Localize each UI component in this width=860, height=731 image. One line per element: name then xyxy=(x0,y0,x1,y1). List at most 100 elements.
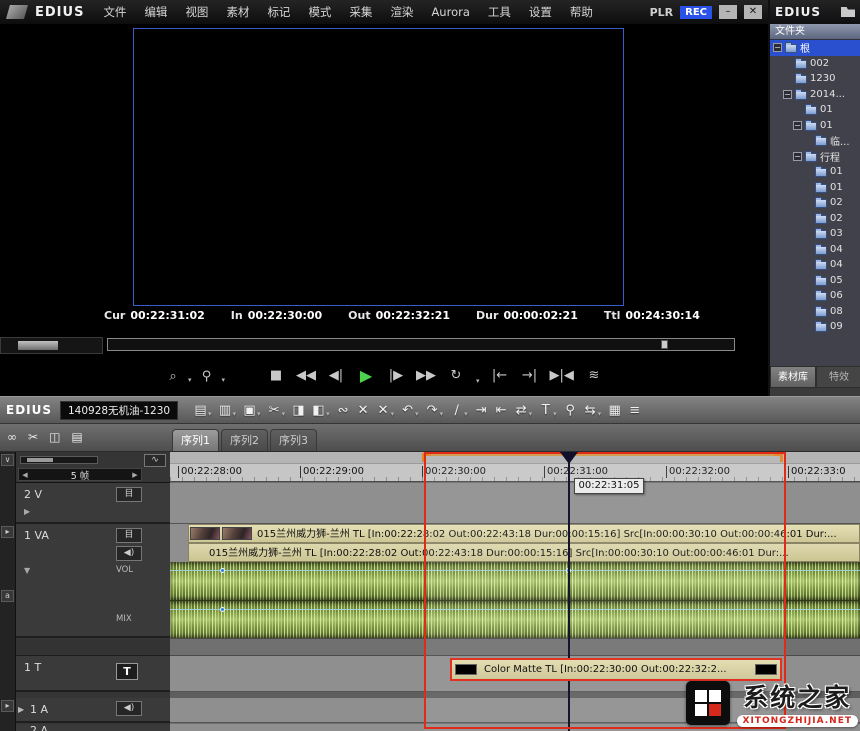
play-around-cursor-button[interactable]: ▶|◀ xyxy=(550,368,574,383)
tree-item-02[interactable]: 02 xyxy=(770,211,860,227)
menu-item-模式[interactable]: 模式 xyxy=(299,4,340,20)
minimize-button[interactable]: – xyxy=(719,5,737,19)
loupe-button[interactable]: ⌕ xyxy=(163,369,183,384)
ripple-mode-icon[interactable]: ∿ xyxy=(144,454,166,467)
plr-toggle[interactable]: PLR xyxy=(650,6,674,19)
track-height-slider-handle[interactable] xyxy=(27,458,53,462)
play-button[interactable]: ▶ xyxy=(356,366,376,385)
next-frame-button[interactable]: |▶ xyxy=(386,368,406,383)
tree-expander-icon[interactable]: − xyxy=(793,121,802,130)
fast-forward-button[interactable]: ▶▶ xyxy=(416,368,436,383)
voiceover-button[interactable]: ⚲ xyxy=(564,403,577,418)
delete-button[interactable]: ✕ xyxy=(357,403,370,418)
rubberband-node[interactable] xyxy=(220,607,225,612)
previous-frame-button[interactable]: ◀| xyxy=(326,368,346,383)
track-header-1a[interactable]: ▶ 1 A ◀) xyxy=(16,698,170,723)
mixer-button[interactable]: ≡ xyxy=(628,403,641,418)
shuttle-handle[interactable] xyxy=(18,341,58,350)
zoom-decrease-icon[interactable]: ◀ xyxy=(19,471,31,479)
overwrite-mode-icon[interactable]: ▤ xyxy=(71,430,82,444)
tree-item-08[interactable]: 08 xyxy=(770,304,860,320)
track-expander-icon[interactable]: ▶ xyxy=(24,507,30,516)
menu-item-工具[interactable]: 工具 xyxy=(479,4,520,20)
rubberband-node[interactable] xyxy=(220,568,225,573)
bin-tab-特效[interactable]: 特效 xyxy=(816,366,860,388)
menu-item-渲染[interactable]: 渲染 xyxy=(381,4,422,20)
track-expander-icon[interactable]: ▼ xyxy=(24,566,30,575)
tree-item-01[interactable]: 01 xyxy=(770,164,860,180)
menu-item-帮助[interactable]: 帮助 xyxy=(561,4,602,20)
tree-item-临...[interactable]: 临... xyxy=(770,133,860,149)
group-mode-icon[interactable]: ∞ xyxy=(7,430,17,444)
rec-toggle[interactable]: REC xyxy=(680,6,712,19)
tree-expander-icon[interactable]: − xyxy=(793,152,802,161)
mode-button[interactable]: ⇄▾ xyxy=(515,403,533,418)
folder-icon[interactable] xyxy=(841,7,855,17)
position-bar[interactable] xyxy=(107,338,735,351)
sequence-tab-序列3[interactable]: 序列3 xyxy=(270,429,317,451)
menu-item-视图[interactable]: 视图 xyxy=(176,4,217,20)
title-button[interactable]: T▾ xyxy=(539,403,557,418)
menu-item-采集[interactable]: 采集 xyxy=(340,4,381,20)
track-header-1t[interactable]: 1 T T xyxy=(16,656,170,692)
match-frame-button[interactable]: ⇤ xyxy=(495,403,508,418)
track-header-1va[interactable]: 1 VA 目 ◀) ▼ VOL MIX xyxy=(16,524,170,638)
paste-button[interactable]: ◧▾ xyxy=(312,403,330,418)
sequence-tab-序列1[interactable]: 序列1 xyxy=(172,429,219,451)
goto-in-button[interactable]: |← xyxy=(490,368,510,383)
pin-button[interactable]: ⚲ xyxy=(197,369,217,384)
shuttle-control[interactable] xyxy=(0,337,103,354)
bin-tab-素材库[interactable]: 素材库 xyxy=(770,366,816,388)
tree-expander-icon[interactable]: − xyxy=(783,90,792,99)
tree-item-04[interactable]: 04 xyxy=(770,242,860,258)
track-visibility-icon[interactable]: 目 xyxy=(116,487,142,502)
open-clip-button[interactable]: ▥▾ xyxy=(219,403,237,418)
track-header-2v[interactable]: 2 V 目 ▶ xyxy=(16,483,170,524)
add-cut-point-button[interactable]: ∕▾ xyxy=(450,403,468,418)
tree-item-01[interactable]: 01 xyxy=(770,102,860,118)
tree-item-根[interactable]: −根 xyxy=(770,40,860,56)
tree-expander-icon[interactable]: − xyxy=(773,43,782,52)
loop-play-button[interactable]: ↻ xyxy=(446,368,466,383)
tree-item-1230[interactable]: 1230 xyxy=(770,71,860,87)
menu-item-Aurora[interactable]: Aurora xyxy=(422,5,478,19)
track-visibility-icon[interactable]: 目 xyxy=(116,528,142,543)
tree-item-09[interactable]: 09 xyxy=(770,319,860,335)
menu-item-编辑[interactable]: 编辑 xyxy=(135,4,176,20)
speaker-icon[interactable]: ◀) xyxy=(116,546,142,561)
sync-mode-button[interactable]: ⇆▾ xyxy=(584,403,602,418)
insert-mode-icon[interactable]: ◫ xyxy=(49,430,60,444)
menu-item-素材[interactable]: 素材 xyxy=(217,4,258,20)
menu-item-设置[interactable]: 设置 xyxy=(520,4,561,20)
tree-item-04[interactable]: 04 xyxy=(770,257,860,273)
track-expander-icon[interactable]: ▶ xyxy=(18,705,24,714)
position-marker[interactable] xyxy=(661,340,668,349)
close-button[interactable]: ✕ xyxy=(744,5,762,19)
title-track-icon[interactable]: T xyxy=(116,663,138,680)
redo-button[interactable]: ↷▾ xyxy=(426,403,444,418)
menu-item-标记[interactable]: 标记 xyxy=(258,4,299,20)
tree-item-行程[interactable]: −行程 xyxy=(770,149,860,165)
trim-button[interactable]: ⇥ xyxy=(475,403,488,418)
tree-item-02[interactable]: 02 xyxy=(770,195,860,211)
sequence-tab-序列2[interactable]: 序列2 xyxy=(221,429,268,451)
playhead-handle[interactable] xyxy=(560,452,578,464)
rewind-button[interactable]: ◀◀ xyxy=(296,368,316,383)
audio-patch-icon[interactable]: a xyxy=(1,590,14,602)
ripple-button[interactable]: ∾ xyxy=(337,403,350,418)
stop-button[interactable]: ■ xyxy=(266,368,286,383)
zoom-increase-icon[interactable]: ▶ xyxy=(129,471,141,479)
tree-item-05[interactable]: 05 xyxy=(770,273,860,289)
va-patch-icon[interactable]: ▸ xyxy=(1,526,14,538)
new-sequence-button[interactable]: ▤▾ xyxy=(194,403,212,418)
undo-button[interactable]: ↶▾ xyxy=(401,403,419,418)
track-header-2a[interactable]: 2 A xyxy=(16,724,170,731)
cut-button[interactable]: ✂▾ xyxy=(268,403,286,418)
tree-item-06[interactable]: 06 xyxy=(770,288,860,304)
speaker-icon[interactable]: ◀) xyxy=(116,701,142,716)
copy-button[interactable]: ◨ xyxy=(292,403,305,418)
track-patch-icon[interactable]: ▸ xyxy=(1,700,14,712)
tree-item-01[interactable]: −01 xyxy=(770,118,860,134)
save-project-button[interactable]: ▣▾ xyxy=(243,403,261,418)
video-patch-icon[interactable]: ∨ xyxy=(1,454,14,466)
